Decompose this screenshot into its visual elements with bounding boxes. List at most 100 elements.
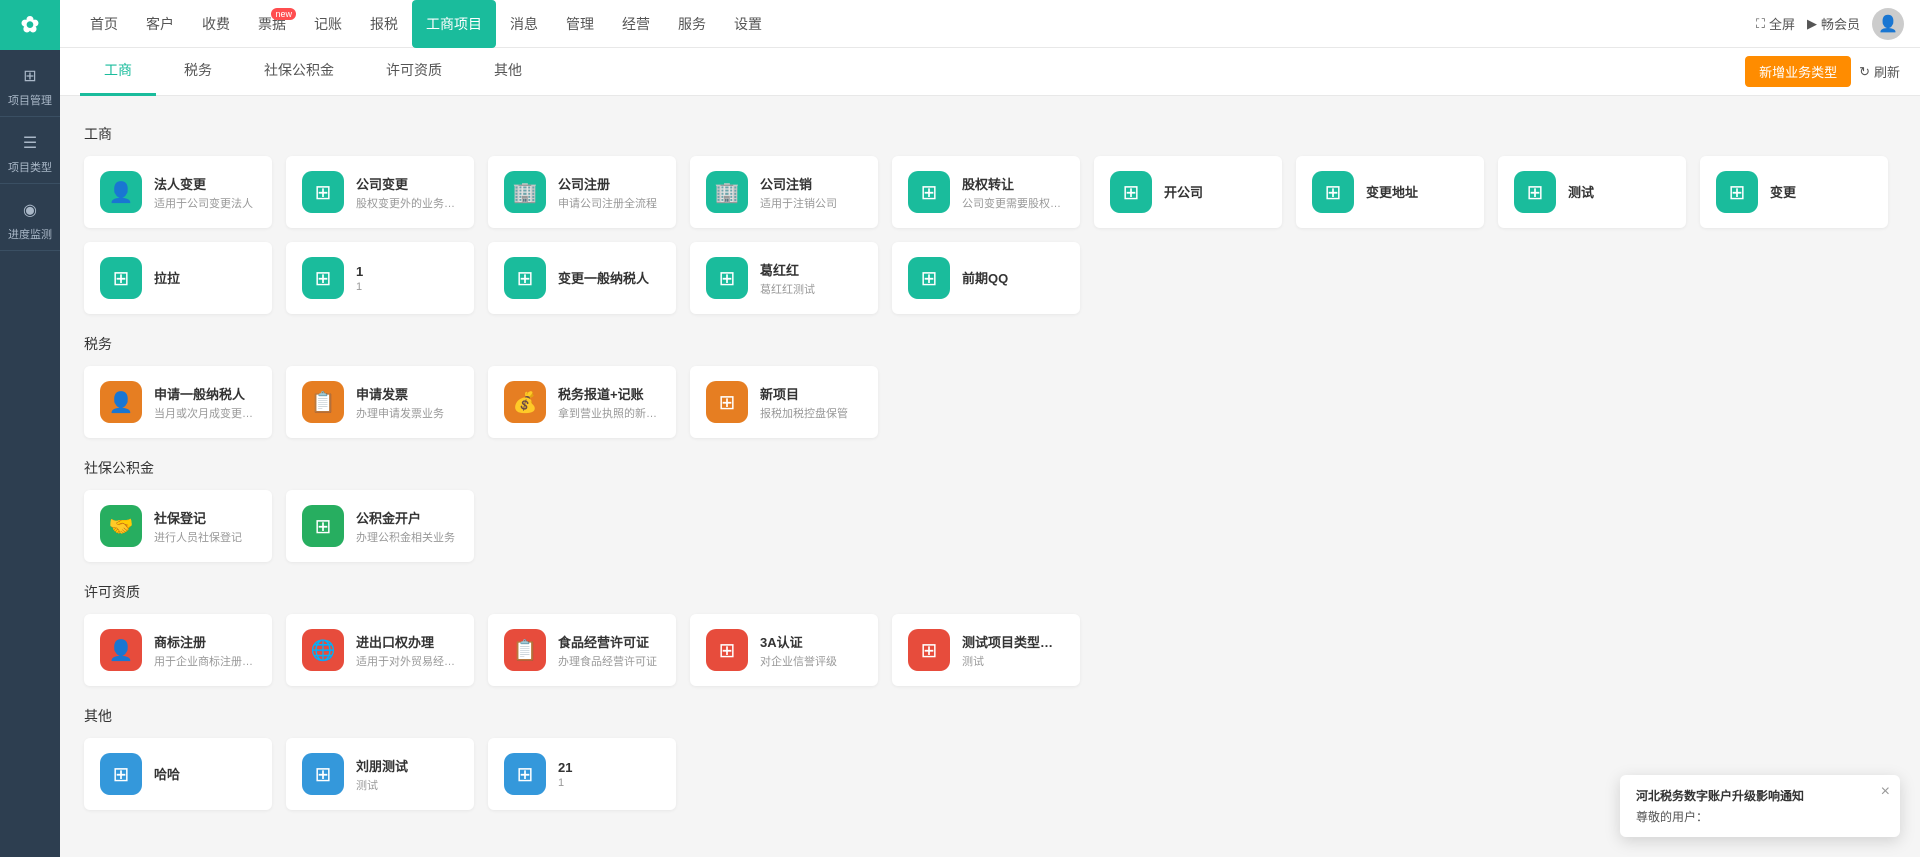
card-title: 3A认证: [760, 632, 862, 651]
sidebar-item-project-manage[interactable]: ⊞ 项目管理: [0, 50, 60, 117]
subtab-social[interactable]: 社保公积金: [240, 48, 358, 96]
sidebar-item-progress-monitor[interactable]: ◉ 进度监测: [0, 184, 60, 251]
main-scroll[interactable]: 工商 👤 法人变更 适用于公司变更法人 ⊞ 公司变更 股权变更外的业务变更: [60, 96, 1920, 857]
card-item21[interactable]: ⊞ 21 1: [488, 738, 676, 810]
subtab-license[interactable]: 许可资质: [362, 48, 466, 96]
card-desc: 股权变更外的业务变更: [356, 195, 458, 211]
card-item1[interactable]: ⊞ 1 1: [286, 242, 474, 314]
cards-tax: 👤 申请一般纳税人 当月或次月成变更完成 📋 申请发票 办理申请发票业务 💰: [84, 366, 1896, 438]
card-company-register[interactable]: 🏢 公司注册 申请公司注册全流程: [488, 156, 676, 228]
card-icon-import-export: 🌐: [302, 629, 344, 671]
notification-content: 尊敬的用户：: [1636, 808, 1884, 825]
card-3a-cert[interactable]: ⊞ 3A认证 对企业信誉评级: [690, 614, 878, 686]
card-open-company[interactable]: ⊞ 开公司: [1094, 156, 1282, 228]
card-title: 前期QQ: [962, 268, 1064, 287]
card-title: 申请发票: [356, 384, 458, 403]
card-trademark[interactable]: 👤 商标注册 用于企业商标注册服务: [84, 614, 272, 686]
card-apply-taxpayer[interactable]: 👤 申请一般纳税人 当月或次月成变更完成: [84, 366, 272, 438]
card-icon-3a-cert: ⊞: [706, 629, 748, 671]
card-icon-equity-transfer: ⊞: [908, 171, 950, 213]
card-title: 股权转让: [962, 174, 1064, 193]
nav-service[interactable]: 服务: [664, 0, 720, 48]
card-icon-test: ⊞: [1514, 171, 1556, 213]
nav-settings[interactable]: 设置: [720, 0, 776, 48]
card-apply-invoice[interactable]: 📋 申请发票 办理申请发票业务: [286, 366, 474, 438]
sub-tabs-right: 新增业务类型 ↻ 刷新: [1745, 56, 1900, 87]
nav-tax[interactable]: 报税: [356, 0, 412, 48]
card-icon-apply-taxpayer: 👤: [100, 381, 142, 423]
card-title: 法人变更: [154, 174, 256, 193]
nav-billing[interactable]: 收费: [188, 0, 244, 48]
card-new-project[interactable]: ⊞ 新项目 报税加税控盘保管: [690, 366, 878, 438]
card-equity-transfer[interactable]: ⊞ 股权转让 公司变更需要股权转让: [892, 156, 1080, 228]
card-liupeng-test[interactable]: ⊞ 刘朋测试 测试: [286, 738, 474, 810]
card-icon-company-register: 🏢: [504, 171, 546, 213]
card-test-type[interactable]: ⊞ 测试项目类型目定义 测试: [892, 614, 1080, 686]
card-title: 进出口权办理: [356, 632, 458, 651]
card-gehonghong[interactable]: ⊞ 葛红红 葛红红测试: [690, 242, 878, 314]
card-company-change[interactable]: ⊞ 公司变更 股权变更外的业务变更: [286, 156, 474, 228]
card-desc: 对企业信誉评级: [760, 653, 862, 669]
card-title: 变更一般纳税人: [558, 268, 660, 287]
section-title-license: 许可资质: [84, 582, 1896, 602]
avatar[interactable]: 👤: [1872, 8, 1904, 40]
card-icon-apply-invoice: 📋: [302, 381, 344, 423]
progress-monitor-icon: ◉: [14, 196, 46, 224]
card-title: 申请一般纳税人: [154, 384, 256, 403]
card-icon-gehonghong: ⊞: [706, 257, 748, 299]
nav-industry[interactable]: 工商项目: [412, 0, 496, 48]
card-change-address[interactable]: ⊞ 变更地址: [1296, 156, 1484, 228]
card-title: 测试项目类型目定义: [962, 632, 1064, 651]
card-desc: 适用于公司变更法人: [154, 195, 256, 211]
refresh-button[interactable]: ↻ 刷新: [1859, 62, 1900, 81]
card-icon-change-address: ⊞: [1312, 171, 1354, 213]
card-change[interactable]: ⊞ 变更: [1700, 156, 1888, 228]
card-lala[interactable]: ⊞ 拉拉: [84, 242, 272, 314]
card-import-export[interactable]: 🌐 进出口权办理 适用于对外贸易经营者: [286, 614, 474, 686]
member-btn[interactable]: ▶ 畅会员: [1807, 14, 1860, 33]
nav-customer[interactable]: 客户: [132, 0, 188, 48]
nav-invoice[interactable]: 票据 new: [244, 0, 300, 48]
project-manage-icon: ⊞: [14, 62, 46, 90]
card-haha[interactable]: ⊞ 哈哈: [84, 738, 272, 810]
card-title: 1: [356, 264, 458, 279]
card-icon-company-cancel: 🏢: [706, 171, 748, 213]
card-desc: 当月或次月成变更完成: [154, 405, 256, 421]
card-food-license[interactable]: 📋 食品经营许可证 办理食品经营许可证: [488, 614, 676, 686]
notification-title: 河北税务数字账户升级影响通知: [1636, 787, 1884, 804]
card-desc: 葛红红测试: [760, 281, 862, 297]
new-type-button[interactable]: 新增业务类型: [1745, 56, 1851, 87]
section-title-tax: 税务: [84, 334, 1896, 354]
cards-social: 🤝 社保登记 进行人员社保登记 ⊞ 公积金开户 办理公积金相关业务: [84, 490, 1896, 562]
nav-accounting[interactable]: 记账: [300, 0, 356, 48]
new-badge: new: [271, 8, 296, 20]
card-legal-change[interactable]: 👤 法人变更 适用于公司变更法人: [84, 156, 272, 228]
card-title: 社保登记: [154, 508, 256, 527]
card-icon-open-company: ⊞: [1110, 171, 1152, 213]
subtab-other[interactable]: 其他: [470, 48, 546, 96]
card-icon-haha: ⊞: [100, 753, 142, 795]
notification-close[interactable]: ×: [1881, 783, 1890, 801]
card-change-taxpayer[interactable]: ⊞ 变更一般纳税人: [488, 242, 676, 314]
card-desc: 办理食品经营许可证: [558, 653, 660, 669]
card-pre-qq[interactable]: ⊞ 前期QQ: [892, 242, 1080, 314]
nav-message[interactable]: 消息: [496, 0, 552, 48]
card-fund-account[interactable]: ⊞ 公积金开户 办理公积金相关业务: [286, 490, 474, 562]
nav-operation[interactable]: 经营: [608, 0, 664, 48]
logo[interactable]: ✿: [0, 0, 60, 50]
nav-manage[interactable]: 管理: [552, 0, 608, 48]
subtab-tax[interactable]: 税务: [160, 48, 236, 96]
card-social-register[interactable]: 🤝 社保登记 进行人员社保登记: [84, 490, 272, 562]
sidebar-item-project-type[interactable]: ☰ 项目类型: [0, 117, 60, 184]
card-company-cancel[interactable]: 🏢 公司注销 适用于注销公司: [690, 156, 878, 228]
card-icon-test-type: ⊞: [908, 629, 950, 671]
nav-home[interactable]: 首页: [76, 0, 132, 48]
card-tax-report[interactable]: 💰 税务报道+记账 拿到营业执照的新公司: [488, 366, 676, 438]
fullscreen-btn[interactable]: ⛶ 全屏: [1756, 14, 1795, 33]
sidebar-item-label: 项目管理: [8, 92, 52, 108]
card-test[interactable]: ⊞ 测试: [1498, 156, 1686, 228]
subtab-industry[interactable]: 工商: [80, 48, 156, 96]
project-type-icon: ☰: [14, 129, 46, 157]
card-title: 公积金开户: [356, 508, 458, 527]
card-desc: 测试: [962, 653, 1064, 669]
